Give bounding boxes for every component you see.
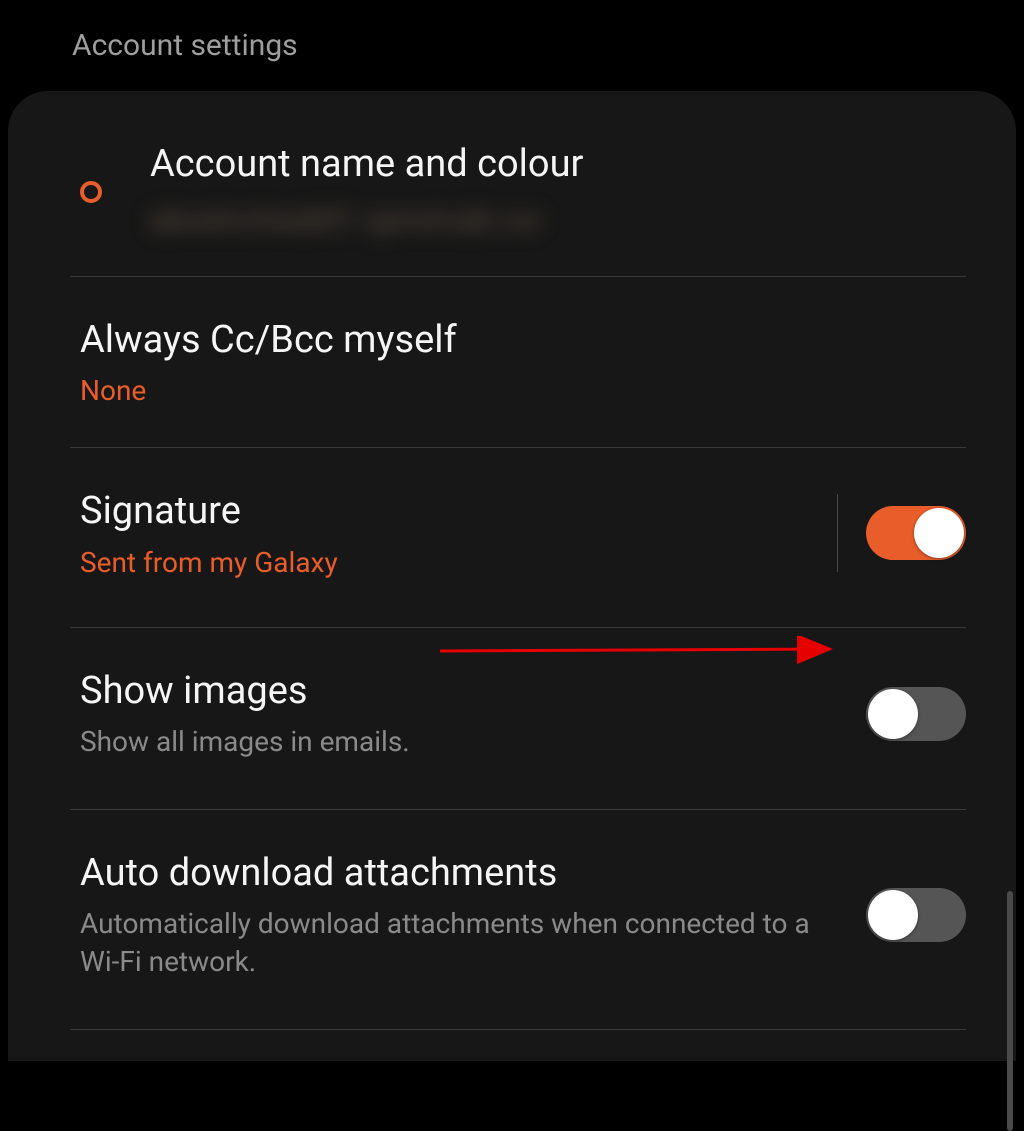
toggle-knob: [868, 890, 918, 940]
show-images-title: Show images: [80, 668, 846, 716]
cc-bcc-value: None: [80, 374, 966, 407]
account-email-redacted: aboshcrhesb01 rgmotcab.cur: [150, 203, 966, 236]
account-color-icon: [80, 181, 102, 203]
account-name-title: Account name and colour: [150, 141, 966, 189]
setting-auto-download[interactable]: Auto download attachments Automatically …: [8, 810, 1016, 1029]
setting-cc-bcc[interactable]: Always Cc/Bcc myself None: [8, 277, 1016, 448]
setting-account-name[interactable]: Account name and colour aboshcrhesb01 rg…: [8, 91, 1016, 276]
scrollbar[interactable]: [1007, 891, 1013, 1131]
settings-panel: Account name and colour aboshcrhesb01 rg…: [8, 91, 1016, 1061]
toggle-knob: [868, 689, 918, 739]
signature-value: Sent from my Galaxy: [80, 546, 817, 579]
setting-show-images[interactable]: Show images Show all images in emails.: [8, 628, 1016, 809]
show-images-description: Show all images in emails.: [80, 723, 846, 761]
divider: [70, 1029, 966, 1030]
account-color-icon-wrap: [80, 173, 150, 203]
cc-bcc-title: Always Cc/Bcc myself: [80, 317, 966, 365]
signature-toggle[interactable]: [866, 506, 966, 560]
vertical-divider: [837, 494, 838, 572]
page-title: Account settings: [0, 0, 1024, 91]
toggle-knob: [914, 508, 964, 558]
auto-download-toggle[interactable]: [866, 888, 966, 942]
auto-download-description: Automatically download attachments when …: [80, 905, 846, 981]
setting-signature[interactable]: Signature Sent from my Galaxy: [8, 448, 1016, 627]
show-images-toggle[interactable]: [866, 687, 966, 741]
auto-download-title: Auto download attachments: [80, 850, 846, 898]
signature-title: Signature: [80, 488, 817, 536]
